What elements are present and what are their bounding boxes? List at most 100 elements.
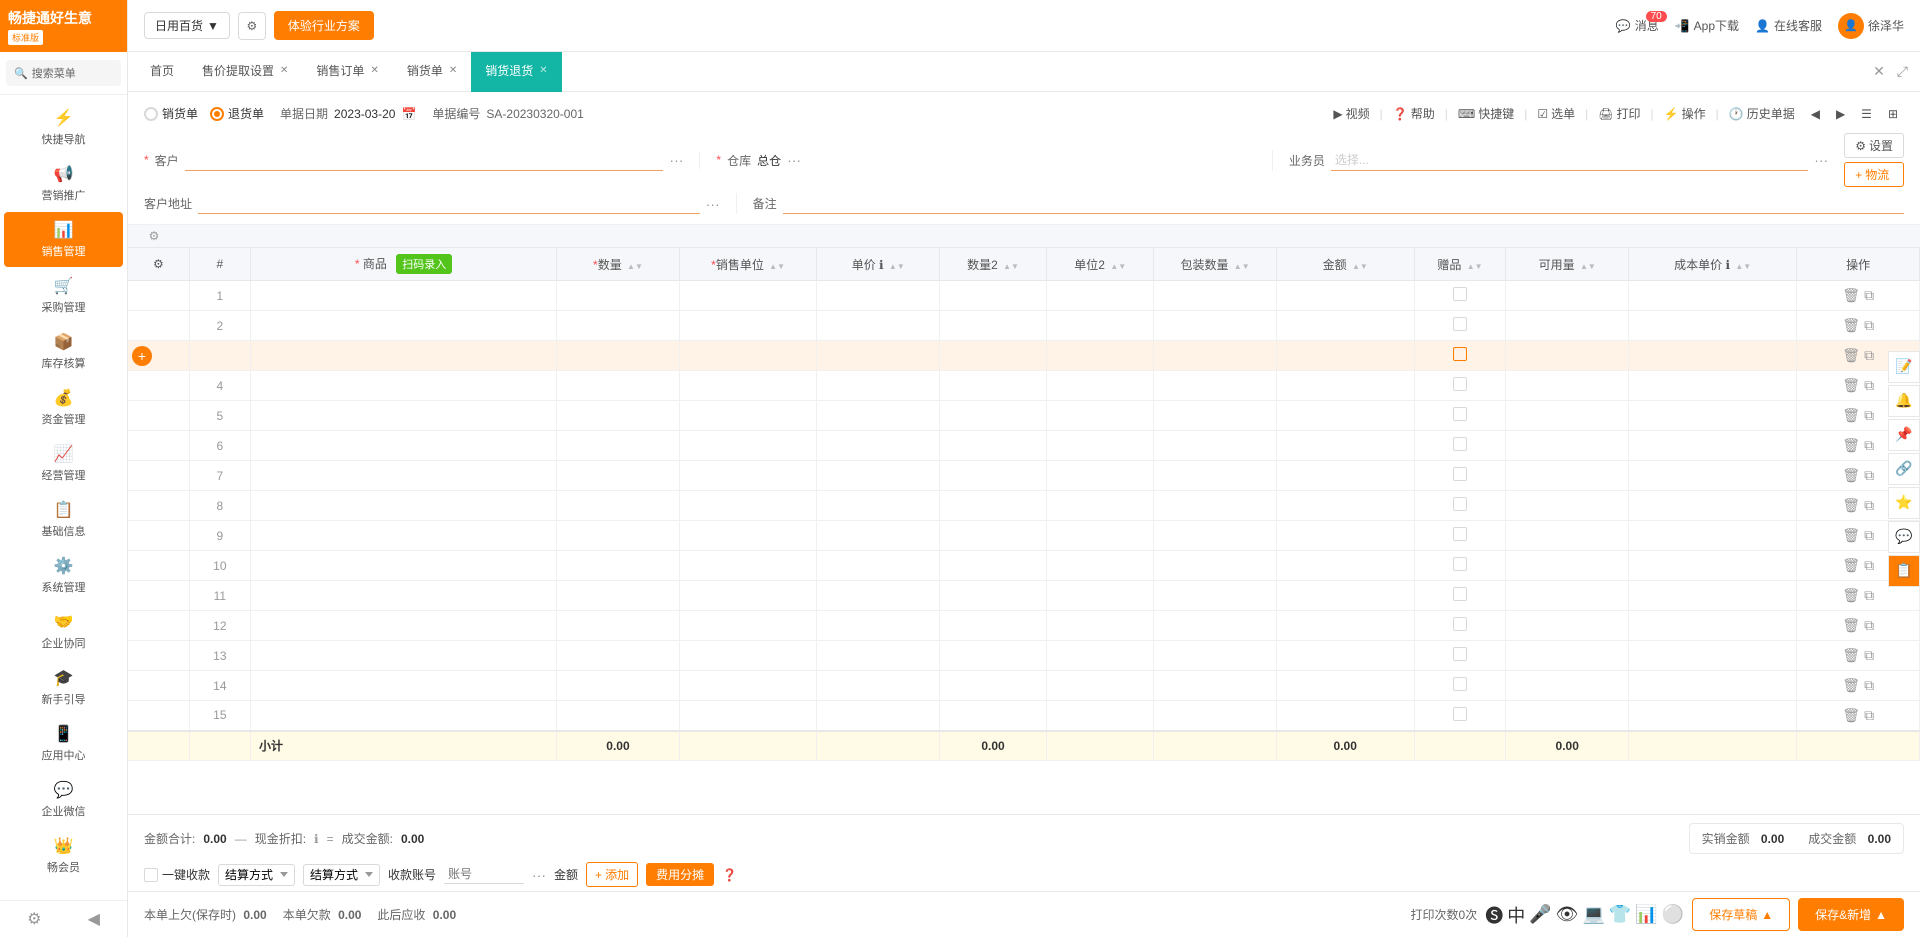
copy-row-button[interactable]: ⧉ [1864,317,1874,334]
right-icon-chat[interactable]: 💬 [1888,521,1920,553]
gift-checkbox[interactable] [1453,287,1467,301]
copy-row-button[interactable]: ⧉ [1864,437,1874,454]
cost-cell[interactable] [1628,281,1796,311]
copy-row-button[interactable]: ⧉ [1864,467,1874,484]
price-cell[interactable] [817,341,939,371]
history-btn[interactable]: 🕐 历史单据 [1723,102,1801,125]
im-icon-5[interactable]: 💻 [1583,904,1605,925]
customer-input[interactable] [185,150,664,171]
sidebar-item-sales[interactable]: 📊 销售管理 [4,212,123,267]
delete-row-button[interactable]: 🗑 [1842,527,1860,544]
right-icon-bell[interactable]: 🔔 [1888,385,1920,417]
copy-row-button[interactable]: ⧉ [1864,587,1874,604]
radio-delivery-label[interactable]: 销货单 [144,105,198,122]
sidebar-item-basic[interactable]: 📋 基础信息 [4,492,123,547]
sidebar-item-member[interactable]: 👑 畅会员 [4,828,123,883]
user-menu-button[interactable]: 👤 徐泽华 [1838,13,1904,39]
copy-row-button[interactable]: ⧉ [1864,287,1874,304]
im-icon-7[interactable]: 📊 [1635,904,1657,925]
gift-checkbox[interactable] [1453,347,1467,361]
unit-cell[interactable] [679,311,817,341]
app-download-button[interactable]: 📲 App下载 [1675,17,1739,34]
im-icon-4[interactable]: 👁 [1556,904,1579,925]
im-icon-3[interactable]: 🎤 [1529,904,1551,925]
copy-row-button[interactable]: ⧉ [1864,557,1874,574]
qty2-cell[interactable] [939,341,1046,371]
sidebar-item-wechat[interactable]: 💬 企业微信 [4,772,123,827]
unit-cell[interactable] [679,341,817,371]
history-next-btn[interactable]: ▶ [1830,104,1851,124]
amount-cell[interactable] [1276,311,1414,341]
scan-input-button[interactable]: 扫码录入 [396,254,452,274]
sidebar-item-system[interactable]: ⚙️ 系统管理 [4,548,123,603]
delete-row-button[interactable]: 🗑 [1842,677,1860,694]
qty2-cell[interactable] [939,311,1046,341]
copy-row-button[interactable]: ⧉ [1864,707,1874,724]
shortcut-btn[interactable]: ⌨ 快捷键 [1452,102,1520,125]
cost-cell[interactable] [1628,311,1796,341]
help-btn[interactable]: ❓ 帮助 [1387,102,1441,125]
sidebar-item-purchase[interactable]: 🛒 采购管理 [4,268,123,323]
avail-cell[interactable] [1506,341,1628,371]
goods-input[interactable] [255,289,552,303]
tab-sales-return[interactable]: 销货退货 ✕ [471,52,561,92]
amount-cell[interactable] [1276,281,1414,311]
table-container[interactable]: ⚙ # * 商品 扫码录入 *数量 ▲▼ [128,248,1920,814]
salesman-more-icon[interactable]: ··· [1814,152,1828,168]
video-btn[interactable]: ▶ 视频 [1327,102,1375,125]
tab-close-icon[interactable]: ✕ [370,65,378,76]
tab-sales-delivery[interactable]: 销货单 ✕ [393,52,471,92]
sidebar-item-finance[interactable]: 💰 资金管理 [4,380,123,435]
gift-checkbox[interactable] [1453,317,1467,331]
sidebar-item-appstore[interactable]: 📱 应用中心 [4,716,123,771]
delete-row-button[interactable]: 🗑 [1842,707,1860,724]
delete-row-button[interactable]: 🗑 [1842,407,1860,424]
add-payment-button[interactable]: + 添加 [586,862,638,887]
amount-cell[interactable] [1276,341,1414,371]
sidebar-item-quick-nav[interactable]: ⚡ 快捷导航 [4,100,123,155]
im-icon-8[interactable]: ⚪ [1662,904,1684,925]
tab-close-icon[interactable]: ✕ [280,65,288,76]
collection-checkbox[interactable] [144,868,158,882]
tab-home[interactable]: 首页 [136,52,188,92]
unit2-cell[interactable] [1047,311,1154,341]
save-new-button[interactable]: 保存&新增 ▲ [1798,898,1904,931]
avail-cell[interactable] [1506,311,1628,341]
gift-cell[interactable] [1414,281,1506,311]
save-draft-button[interactable]: 保存草稿 ▲ [1692,898,1790,931]
collapse-icon[interactable]: ◀ [88,909,100,929]
help-icon[interactable]: ❓ [722,868,737,882]
avail-cell[interactable] [1506,281,1628,311]
settings-icon[interactable]: ⚙ [27,909,41,929]
qty-cell[interactable] [557,341,679,371]
gift-cell[interactable] [1414,341,1506,371]
history-prev-btn[interactable]: ◀ [1805,104,1826,124]
tab-price-setting[interactable]: 售价提取设置 ✕ [188,52,302,92]
delete-row-button[interactable]: 🗑 [1842,617,1860,634]
copy-row-button[interactable]: ⧉ [1864,647,1874,664]
im-icon-6[interactable]: 👕 [1609,904,1631,925]
one-key-collection-checkbox[interactable]: 一键收款 [144,866,210,883]
delete-row-button[interactable]: 🗑 [1842,647,1860,664]
salesman-input[interactable] [1331,150,1808,171]
copy-row-button[interactable]: ⧉ [1864,617,1874,634]
calendar-icon[interactable]: 📅 [401,107,416,121]
experience-button[interactable]: 体验行业方案 [274,11,374,40]
address-more-icon[interactable]: ··· [706,196,720,212]
tab-close-icon[interactable]: ✕ [539,65,547,76]
tab-close-icon[interactable]: ✕ [449,65,457,76]
delete-row-button[interactable]: 🗑 [1842,317,1860,334]
customer-more-icon[interactable]: ··· [669,152,683,168]
settings-button[interactable]: ⚙ 设置 [1844,133,1904,158]
print-btn[interactable]: 🖨 打印 [1592,102,1646,125]
table-config-icon[interactable]: ⚙ [136,229,172,243]
delete-row-button[interactable]: 🗑 [1842,437,1860,454]
header-gear-button[interactable]: ⚙ [238,12,266,40]
im-icon-1[interactable]: 🅢 [1485,902,1503,928]
cost-cell[interactable] [1628,341,1796,371]
right-icon-orange[interactable]: 📋 [1888,555,1920,587]
unit2-cell[interactable] [1047,281,1154,311]
qty-cell[interactable] [557,281,679,311]
settlement-method-select[interactable]: 结算方式 [218,864,295,886]
unit2-cell[interactable] [1047,341,1154,371]
